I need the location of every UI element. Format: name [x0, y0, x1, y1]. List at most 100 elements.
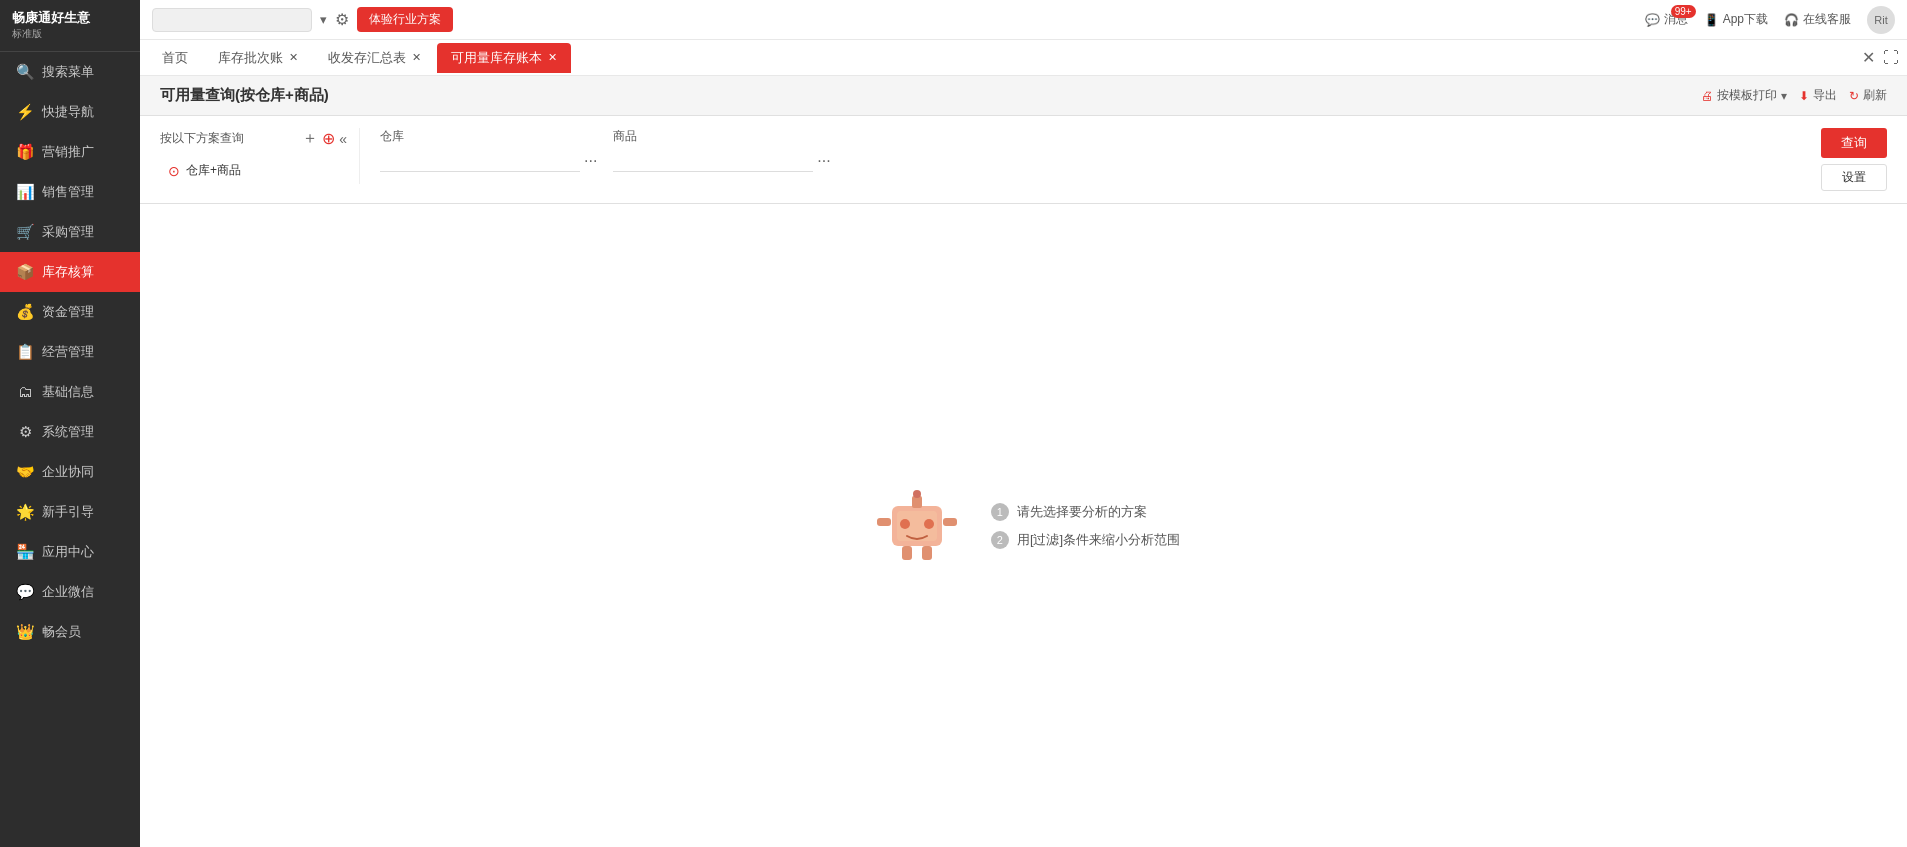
- sidebar-item-enterprise[interactable]: 🤝 企业协同: [0, 452, 140, 492]
- empty-step-1-text: 请先选择要分析的方案: [1017, 503, 1147, 521]
- trial-button[interactable]: 体验行业方案: [357, 7, 453, 32]
- scheme-item-icon: ⊙: [168, 163, 180, 179]
- svg-point-5: [913, 490, 921, 498]
- gift-icon: 🎁: [16, 143, 34, 161]
- settings-button[interactable]: 设置: [1821, 164, 1887, 191]
- main-area: ▾ ⚙ 体验行业方案 💬 消息 99+ 📱 App下载 🎧 在线客服 Rit: [140, 0, 1907, 847]
- sidebar-item-wechat[interactable]: 💬 企业微信: [0, 572, 140, 612]
- warehouse-input[interactable]: [380, 149, 580, 172]
- message-icon: 💬: [1645, 13, 1660, 27]
- sidebar-item-basic[interactable]: 🗂 基础信息: [0, 372, 140, 412]
- collapse-icon[interactable]: «: [339, 131, 347, 147]
- sidebar-item-marketing[interactable]: 🎁 营销推广: [0, 132, 140, 172]
- page-header: 可用量查询(按仓库+商品) 🖨 按模板打印 ▾ ⬇ 导出 ↻ 刷新: [140, 76, 1907, 116]
- svg-point-2: [900, 519, 910, 529]
- search-input[interactable]: [152, 8, 312, 32]
- store-icon: 🏪: [16, 543, 34, 561]
- expand-icon[interactable]: ⛶: [1883, 49, 1899, 67]
- print-label: 按模板打印: [1717, 87, 1777, 104]
- sidebar-item-finance[interactable]: 💰 资金管理: [0, 292, 140, 332]
- print-action[interactable]: 🖨 按模板打印 ▾: [1701, 87, 1787, 104]
- step-num-1: 1: [991, 503, 1009, 521]
- phone-icon: 📱: [1704, 13, 1719, 27]
- svg-rect-8: [902, 546, 912, 560]
- message-item[interactable]: 💬 消息 99+: [1645, 11, 1688, 28]
- tab-home[interactable]: 首页: [148, 43, 202, 73]
- svg-rect-7: [943, 518, 957, 526]
- scheme-item-warehouse-product[interactable]: ⊙ 仓库+商品: [160, 157, 347, 184]
- sidebar-item-operations[interactable]: 📋 经营管理: [0, 332, 140, 372]
- sidebar-item-label: 销售管理: [42, 183, 94, 201]
- export-action[interactable]: ⬇ 导出: [1799, 87, 1837, 104]
- clipboard-icon: 📋: [16, 343, 34, 361]
- filter-section: 仓库 ··· 商品 ···: [360, 128, 1821, 172]
- close-all-tabs-icon[interactable]: ✕: [1862, 48, 1875, 67]
- sidebar-item-purchase[interactable]: 🛒 采购管理: [0, 212, 140, 252]
- sidebar-item-search[interactable]: 🔍 搜索菜单: [0, 52, 140, 92]
- product-input[interactable]: [613, 149, 813, 172]
- avatar[interactable]: Rit: [1867, 6, 1895, 34]
- sidebar-item-guide[interactable]: 🌟 新手引导: [0, 492, 140, 532]
- product-more-icon[interactable]: ···: [817, 152, 830, 170]
- sidebar-item-label: 采购管理: [42, 223, 94, 241]
- refresh-label: 刷新: [1863, 87, 1887, 104]
- sidebar-item-label: 库存核算: [42, 263, 94, 281]
- svg-point-3: [924, 519, 934, 529]
- sidebar-item-label: 企业协同: [42, 463, 94, 481]
- sidebar-item-sales[interactable]: 📊 销售管理: [0, 172, 140, 212]
- sidebar-item-label: 基础信息: [42, 383, 94, 401]
- sidebar-item-system[interactable]: ⚙ 系统管理: [0, 412, 140, 452]
- print-dropdown-icon[interactable]: ▾: [1781, 89, 1787, 103]
- sidebar-item-inventory[interactable]: 📦 库存核算: [0, 252, 140, 292]
- customer-service-label: 在线客服: [1803, 11, 1851, 28]
- query-actions: 查询 设置: [1821, 128, 1887, 191]
- export-icon: ⬇: [1799, 89, 1809, 103]
- tab-batch-close[interactable]: ✕: [289, 51, 298, 64]
- empty-step-1: 1 请先选择要分析的方案: [991, 503, 1180, 521]
- tabs-bar: 首页 库存批次账 ✕ 收发存汇总表 ✕ 可用量库存账本 ✕ ✕ ⛶: [140, 40, 1907, 76]
- settings-icon[interactable]: ⚙: [335, 10, 349, 29]
- folder-icon: 🗂: [16, 383, 34, 400]
- dropdown-icon[interactable]: ▾: [320, 12, 327, 27]
- tab-summary-close[interactable]: ✕: [412, 51, 421, 64]
- box-icon: 📦: [16, 263, 34, 281]
- product-label: 商品: [613, 128, 830, 145]
- app-logo: 畅康通好生意 标准版: [0, 0, 140, 52]
- page-header-actions: 🖨 按模板打印 ▾ ⬇ 导出 ↻ 刷新: [1701, 87, 1887, 104]
- add-scheme-icon[interactable]: ＋: [302, 128, 318, 149]
- query-button[interactable]: 查询: [1821, 128, 1887, 158]
- sidebar-item-member[interactable]: 👑 畅会员: [0, 612, 140, 652]
- empty-step-2: 2 用[过滤]条件来缩小分析范围: [991, 531, 1180, 549]
- sidebar-item-label: 营销推广: [42, 143, 94, 161]
- sidebar-item-label: 新手引导: [42, 503, 94, 521]
- sidebar-item-shortcut[interactable]: ⚡ 快捷导航: [0, 92, 140, 132]
- scheme-section: 按以下方案查询 ＋ ⊕ « ⊙ 仓库+商品: [160, 128, 360, 184]
- tab-summary[interactable]: 收发存汇总表 ✕: [314, 43, 435, 73]
- empty-text: 1 请先选择要分析的方案 2 用[过滤]条件来缩小分析范围: [991, 503, 1180, 549]
- sidebar-item-label: 快捷导航: [42, 103, 94, 121]
- chat-icon: 💬: [16, 583, 34, 601]
- sidebar-item-label: 搜索菜单: [42, 63, 94, 81]
- sidebar-item-label: 畅会员: [42, 623, 81, 641]
- empty-state: 1 请先选择要分析的方案 2 用[过滤]条件来缩小分析范围: [140, 204, 1907, 847]
- app-download-item[interactable]: 📱 App下载: [1704, 11, 1768, 28]
- tab-batch-label: 库存批次账: [218, 49, 283, 67]
- settings-scheme-icon[interactable]: ⊕: [322, 129, 335, 148]
- tab-available-label: 可用量库存账本: [451, 49, 542, 67]
- topbar: ▾ ⚙ 体验行业方案 💬 消息 99+ 📱 App下载 🎧 在线客服 Rit: [140, 0, 1907, 40]
- tab-available[interactable]: 可用量库存账本 ✕: [437, 43, 571, 73]
- chart-icon: 📊: [16, 183, 34, 201]
- sidebar-scroll: 🔍 搜索菜单 ⚡ 快捷导航 🎁 营销推广 📊 销售管理 🛒 采购管理 📦 库存核…: [0, 52, 140, 847]
- crown-icon: 👑: [16, 623, 34, 641]
- app-title: 畅康通好生意: [12, 10, 128, 27]
- topbar-right: 💬 消息 99+ 📱 App下载 🎧 在线客服 Rit: [1645, 6, 1895, 34]
- tab-batch[interactable]: 库存批次账 ✕: [204, 43, 312, 73]
- tab-summary-label: 收发存汇总表: [328, 49, 406, 67]
- sidebar-item-appstore[interactable]: 🏪 应用中心: [0, 532, 140, 572]
- warehouse-more-icon[interactable]: ···: [584, 152, 597, 170]
- app-download-label: App下载: [1723, 11, 1768, 28]
- scheme-item-label: 仓库+商品: [186, 162, 241, 179]
- refresh-action[interactable]: ↻ 刷新: [1849, 87, 1887, 104]
- tab-available-close[interactable]: ✕: [548, 51, 557, 64]
- customer-service-item[interactable]: 🎧 在线客服: [1784, 11, 1851, 28]
